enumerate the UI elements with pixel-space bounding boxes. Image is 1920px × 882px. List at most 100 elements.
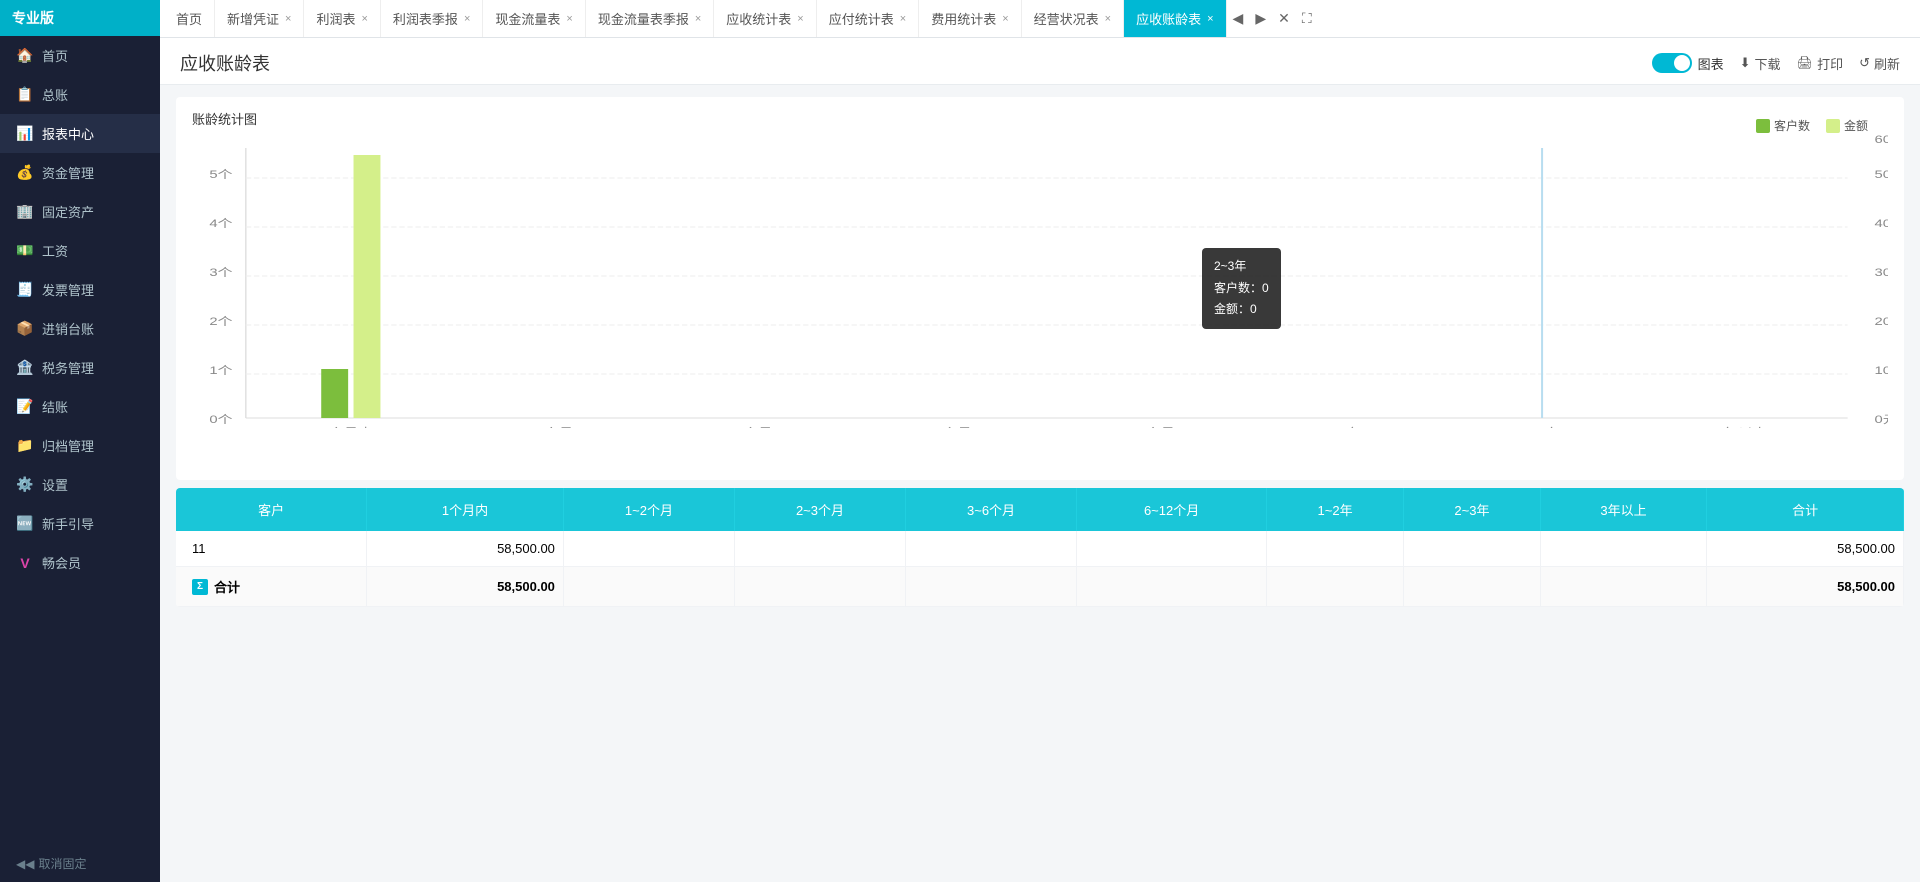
download-button[interactable]: ⬇ 下载: [1740, 54, 1781, 73]
svg-text:1~2个月: 1~2个月: [519, 426, 574, 428]
guide-icon: 🆕: [16, 515, 34, 532]
sidebar-label-guide: 新手引导: [42, 514, 94, 533]
tab-ar-stat-close[interactable]: ×: [797, 13, 803, 25]
td-total-m612: [1077, 567, 1267, 607]
tab-nav-expand[interactable]: ⛶: [1296, 10, 1318, 27]
sidebar-item-assets[interactable]: 🏢 固定资产: [0, 192, 160, 231]
tab-bar: 首页 新增凭证 × 利润表 × 利润表季报 × 现金流量表 × 现金流量表季报 …: [160, 0, 1920, 38]
tab-ap-stat[interactable]: 应付统计表 ×: [817, 0, 919, 38]
tab-cashflow-q-label: 现金流量表季报: [598, 9, 689, 28]
chart-toggle[interactable]: [1652, 53, 1692, 73]
content-scroll[interactable]: 账龄统计图 客户数 金额 0个 1个: [160, 85, 1920, 882]
tab-biz-stat-close[interactable]: ×: [1105, 13, 1111, 25]
tab-home[interactable]: 首页: [164, 0, 215, 38]
tab-cashflow-close[interactable]: ×: [566, 13, 572, 25]
sidebar: 专业版 🏠 首页 📋 总账 📊 报表中心 💰 资金管理 🏢 固定资产 💵 工资 …: [0, 0, 160, 882]
tab-nav-next[interactable]: ▶: [1249, 10, 1272, 27]
tab-profit-q-close[interactable]: ×: [464, 13, 470, 25]
tab-ar-stat[interactable]: 应收统计表 ×: [714, 0, 816, 38]
td-total-sum: 58,500.00: [1707, 567, 1904, 607]
tab-voucher[interactable]: 新增凭证 ×: [215, 0, 304, 38]
sidebar-item-tax[interactable]: 🏦 税务管理: [0, 348, 160, 387]
chart-toggle-label: 图表: [1698, 54, 1724, 73]
sidebar-item-close[interactable]: 📝 结账: [0, 387, 160, 426]
tab-ar-stat-label: 应收统计表: [726, 9, 791, 28]
tab-ap-stat-label: 应付统计表: [829, 9, 894, 28]
tab-profit-q[interactable]: 利润表季报 ×: [381, 0, 483, 38]
sidebar-item-home[interactable]: 🏠 首页: [0, 36, 160, 75]
td-total-m23: [734, 567, 905, 607]
sidebar-label-reports: 报表中心: [42, 124, 94, 143]
td-total-m12: [563, 567, 734, 607]
chart-title: 账龄统计图: [192, 112, 257, 127]
sidebar-item-guide[interactable]: 🆕 新手引导: [0, 504, 160, 543]
collapse-icon: ◀◀: [16, 857, 34, 871]
tax-icon: 🏦: [16, 359, 34, 376]
th-m36: 3~6个月: [906, 488, 1077, 531]
tab-nav-close-all[interactable]: ✕: [1272, 10, 1296, 27]
td-m1: 58,500.00: [367, 531, 564, 567]
tab-voucher-close[interactable]: ×: [285, 13, 291, 25]
invoice-icon: 🧾: [16, 281, 34, 298]
td-y3plus: [1540, 531, 1706, 567]
tab-biz-stat[interactable]: 经营状况表 ×: [1022, 0, 1124, 38]
data-table: 客户 1个月内 1~2个月 2~3个月 3~6个月 6~12个月 1~2年 2~…: [176, 488, 1904, 607]
tab-ap-stat-close[interactable]: ×: [900, 13, 906, 25]
th-y12: 1~2年: [1267, 488, 1404, 531]
tab-expense-close[interactable]: ×: [1002, 13, 1008, 25]
svg-text:2个: 2个: [209, 315, 232, 328]
table-row: 11 58,500.00 58,500.00: [176, 531, 1904, 567]
tab-expense[interactable]: 费用统计表 ×: [919, 0, 1021, 38]
td-m12: [563, 531, 734, 567]
th-m1: 1个月内: [367, 488, 564, 531]
sidebar-label-close: 结账: [42, 397, 68, 416]
sidebar-item-reports[interactable]: 📊 报表中心: [0, 114, 160, 153]
svg-text:3~6个月: 3~6个月: [917, 426, 972, 428]
tab-cashflow-q[interactable]: 现金流量表季报 ×: [586, 0, 714, 38]
sidebar-item-inventory[interactable]: 📦 进销台账: [0, 309, 160, 348]
sidebar-item-ledger[interactable]: 📋 总账: [0, 75, 160, 114]
sidebar-label-tax: 税务管理: [42, 358, 94, 377]
sidebar-item-archive[interactable]: 📁 归档管理: [0, 426, 160, 465]
tab-expense-label: 费用统计表: [931, 9, 996, 28]
tab-profit-close[interactable]: ×: [361, 13, 367, 25]
tab-ar-age-close[interactable]: ×: [1207, 13, 1213, 25]
sidebar-item-invoice[interactable]: 🧾 发票管理: [0, 270, 160, 309]
td-total-label: Σ 合计: [176, 567, 367, 607]
vip-icon: V: [16, 555, 34, 571]
sidebar-item-settings[interactable]: ⚙️ 设置: [0, 465, 160, 504]
refresh-icon: ↺: [1859, 55, 1870, 71]
print-icon: 🖨: [1797, 55, 1814, 71]
sidebar-label-assets: 固定资产: [42, 202, 94, 221]
svg-text:3年以上: 3年以上: [1715, 426, 1768, 428]
svg-text:60,000.00元: 60,000.00元: [1875, 133, 1888, 146]
print-button[interactable]: 🖨 打印: [1797, 54, 1844, 73]
tab-cashflow-q-close[interactable]: ×: [695, 13, 701, 25]
svg-text:10,000.00元: 10,000.00元: [1875, 364, 1888, 377]
tab-biz-stat-label: 经营状况表: [1034, 9, 1099, 28]
total-icon: Σ: [192, 579, 208, 595]
th-m12: 1~2个月: [563, 488, 734, 531]
svg-text:1个: 1个: [209, 364, 232, 377]
reports-icon: 📊: [16, 125, 34, 142]
svg-text:0个: 0个: [209, 413, 232, 426]
refresh-label: 刷新: [1874, 54, 1900, 73]
sidebar-label-payroll: 工资: [42, 241, 68, 260]
th-m23: 2~3个月: [734, 488, 905, 531]
refresh-button[interactable]: ↺ 刷新: [1859, 54, 1900, 73]
table-area: 客户 1个月内 1~2个月 2~3个月 3~6个月 6~12个月 1~2年 2~…: [176, 488, 1904, 607]
collapse-sidebar-button[interactable]: ◀◀ 取消固定: [0, 845, 160, 882]
tab-ar-age[interactable]: 应收账龄表 ×: [1124, 0, 1226, 38]
th-m612: 6~12个月: [1077, 488, 1267, 531]
sidebar-item-vip[interactable]: V 畅会员: [0, 543, 160, 582]
tab-nav-prev[interactable]: ◀: [1227, 10, 1250, 27]
tab-ar-age-label: 应收账龄表: [1136, 9, 1201, 28]
tab-profit[interactable]: 利润表 ×: [304, 0, 380, 38]
tab-profit-label: 利润表: [316, 9, 355, 28]
sidebar-item-finance[interactable]: 💰 资金管理: [0, 153, 160, 192]
chart-toggle-wrapper: 图表: [1652, 53, 1724, 73]
svg-text:4个: 4个: [209, 217, 232, 230]
tab-cashflow[interactable]: 现金流量表 ×: [483, 0, 585, 38]
sidebar-item-payroll[interactable]: 💵 工资: [0, 231, 160, 270]
svg-text:50,000.00元: 50,000.00元: [1875, 168, 1888, 181]
